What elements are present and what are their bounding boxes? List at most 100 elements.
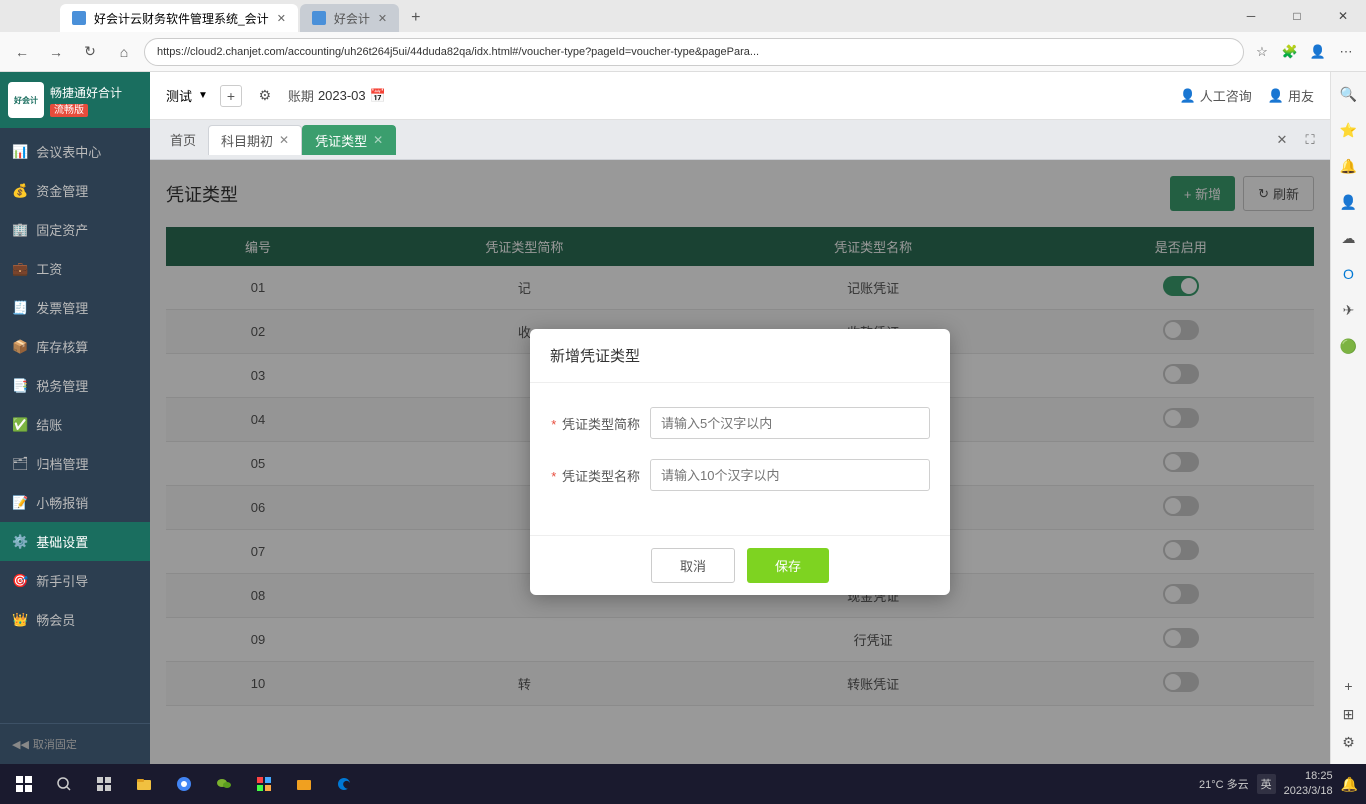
right-search-icon[interactable]: 🔍 [1335,80,1363,108]
browser-tab-1[interactable]: 好会计云财务软件管理系统_会计 ✕ [60,4,298,32]
right-tool1-icon[interactable]: ✈ [1335,296,1363,324]
taskbar-store[interactable] [248,768,280,800]
input-lang[interactable]: 英 [1257,774,1276,794]
right-notification-icon[interactable]: 🔔 [1335,152,1363,180]
funds-icon: 💰 [12,183,28,199]
sidebar-bottom: ◀◀ 取消固定 [0,723,150,764]
window-close[interactable]: ✕ [1320,0,1366,32]
member-icon: 👑 [12,612,28,628]
right-settings-icon[interactable]: ⚙ [1335,728,1363,756]
dashboard-label: 会议表中心 [36,142,101,161]
sidebar-item-dashboard[interactable]: 📊 会议表中心 [0,132,150,171]
consulting-button[interactable]: 👤 人工咨询 [1180,86,1252,105]
report-icon: 📝 [12,495,28,511]
input-voucher-name[interactable] [650,459,930,491]
browser-tab-2[interactable]: 好会计 ✕ [300,4,399,32]
save-button[interactable]: 保存 [747,548,829,583]
archive-icon: 🗂 [12,456,29,472]
notification-area[interactable]: 🔔 [1341,776,1358,793]
browser-tab-2-close[interactable]: ✕ [378,12,387,25]
expand-tabs-button[interactable]: ⛶ [1298,128,1322,152]
invoice-icon: 🧾 [12,300,28,316]
forward-button[interactable]: → [42,38,70,66]
sidebar-item-assets[interactable]: 🏢 固定资产 [0,210,150,249]
sidebar-item-member[interactable]: 👑 畅会员 [0,600,150,639]
top-bar: 测试 ▼ + ⚙ 账期 2023-03 📅 👤 人工咨询 👤 用友 [150,72,1330,120]
inventory-icon: 📦 [12,339,28,355]
sidebar-item-salary[interactable]: 💼 工资 [0,249,150,288]
browser-tab-1-label: 好会计云财务软件管理系统_会计 [94,10,269,27]
weather-info: 21°C 多云 [1199,776,1249,792]
tab-home[interactable]: 首页 [158,125,208,155]
window-maximize[interactable]: □ [1274,0,1320,32]
workspace-add-button[interactable]: + [220,85,242,107]
sidebar-item-guide[interactable]: 🎯 新手引导 [0,561,150,600]
workspace-settings-button[interactable]: ⚙ [254,85,276,107]
taskbar-view[interactable] [88,768,120,800]
taskbar-search[interactable] [48,768,80,800]
unpin-button[interactable]: ◀◀ 取消固定 [8,732,142,756]
required-marker-name: * [551,469,556,484]
new-browser-tab-btn[interactable]: + [399,4,432,32]
assets-label: 固定资产 [36,220,88,239]
back-button[interactable]: ← [8,38,36,66]
tabs-controls: ✕ ⛶ [1270,128,1322,152]
browser-toolbar: ☆ 🧩 👤 ⋯ [1250,40,1358,64]
sidebar-item-archive[interactable]: 🗂 归档管理 [0,444,150,483]
tab-subject[interactable]: 科目期初 ✕ [208,125,302,155]
tax-label: 税务管理 [36,376,88,395]
right-user-icon[interactable]: 👤 [1335,188,1363,216]
sidebar-menu: 📊 会议表中心 💰 资金管理 🏢 固定资产 💼 工资 🧾 发票管理 📦 [0,128,150,723]
taskbar-explorer[interactable] [128,768,160,800]
taskbar-right: 21°C 多云 英 18:25 2023/3/18 🔔 [1199,769,1358,800]
right-star-icon[interactable]: ⭐ [1335,116,1363,144]
profile-icon[interactable]: 👤 [1306,40,1330,64]
home-button[interactable]: ⌂ [110,38,138,66]
url-input[interactable] [144,38,1244,66]
salary-label: 工资 [36,259,62,278]
required-marker-abbr: * [551,417,556,432]
taskbar-edge[interactable] [328,768,360,800]
right-cloud-icon[interactable]: ☁ [1335,224,1363,252]
modal-footer: 取消 保存 [530,535,950,595]
collapse-tabs-button[interactable]: ✕ [1270,128,1294,152]
consulting-icon: 👤 [1180,88,1196,104]
bookmark-icon[interactable]: ☆ [1250,40,1274,64]
browser-tab-1-close[interactable]: ✕ [277,12,286,25]
cancel-button[interactable]: 取消 [651,548,735,583]
sidebar-item-inventory[interactable]: 📦 库存核算 [0,327,150,366]
taskbar-wechat[interactable] [208,768,240,800]
more-icon[interactable]: ⋯ [1334,40,1358,64]
input-voucher-abbr[interactable] [650,407,930,439]
right-outlook-icon[interactable]: O [1335,260,1363,288]
reload-button[interactable]: ↻ [76,38,104,66]
tab-subject-close[interactable]: ✕ [279,133,289,147]
right-plus-icon[interactable]: + [1335,672,1363,700]
tab-voucher-type[interactable]: 凭证类型 ✕ [302,125,396,155]
sidebar-item-checkout[interactable]: ✅ 结账 [0,405,150,444]
modal-title: 新增凭证类型 [530,329,950,383]
user-info[interactable]: 👤 用友 [1268,86,1314,105]
modal-body: * 凭证类型简称 * 凭证类型名称 [530,383,950,535]
window-minimize[interactable]: ─ [1228,0,1274,32]
tab-voucher-type-close[interactable]: ✕ [373,133,383,147]
start-button[interactable] [8,768,40,800]
taskbar-chrome[interactable] [168,768,200,800]
sidebar-item-funds[interactable]: 💰 资金管理 [0,171,150,210]
sidebar-item-settings[interactable]: ⚙️ 基础设置 [0,522,150,561]
member-label: 畅会员 [36,610,75,629]
right-grid-icon[interactable]: ⊞ [1335,700,1363,728]
right-tool2-icon[interactable]: 🟢 [1335,332,1363,360]
workspace-selector[interactable]: 测试 ▼ [166,86,208,105]
sidebar-item-tax[interactable]: 📑 税务管理 [0,366,150,405]
address-bar: ← → ↻ ⌂ ☆ 🧩 👤 ⋯ [0,32,1366,72]
extensions-icon[interactable]: 🧩 [1278,40,1302,64]
guide-icon: 🎯 [12,573,28,589]
taskbar-folder[interactable] [288,768,320,800]
logo-text-area: 畅捷通好合计 流畅版 [50,84,122,116]
guide-label: 新手引导 [36,571,88,590]
sidebar-item-invoice[interactable]: 🧾 发票管理 [0,288,150,327]
workspace-name: 测试 [166,86,192,105]
sidebar: 好会计 畅捷通好合计 流畅版 📊 会议表中心 💰 资金管理 🏢 固定资产 [0,72,150,764]
sidebar-item-report[interactable]: 📝 小畅报销 [0,483,150,522]
